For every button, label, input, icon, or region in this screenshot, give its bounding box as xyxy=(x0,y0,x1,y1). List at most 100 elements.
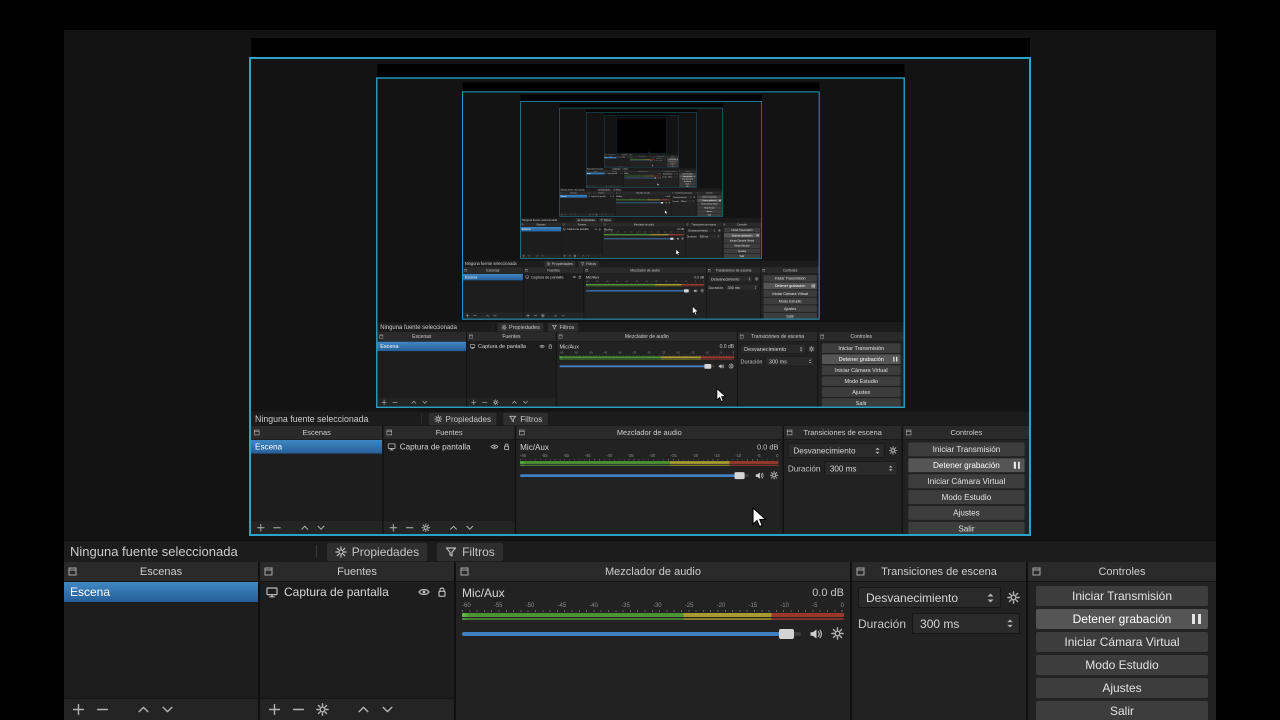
add-source-button[interactable] xyxy=(588,213,591,216)
preview-canvas[interactable]: Ninguna fuente seleccionada Propiedades … xyxy=(462,92,820,260)
scene-list-item[interactable]: Escena xyxy=(64,582,258,602)
mixer-panel-header[interactable]: Mezclador de audio xyxy=(629,155,656,157)
start-streaming-button[interactable]: Iniciar Transmisión xyxy=(763,275,817,282)
source-visibility-button[interactable] xyxy=(418,586,430,598)
volume-slider-handle[interactable] xyxy=(654,177,657,179)
volume-slider-handle[interactable] xyxy=(670,237,674,240)
source-move-up-button[interactable] xyxy=(554,314,558,318)
scene-move-up-button[interactable] xyxy=(593,185,595,187)
source-move-up-button[interactable] xyxy=(449,523,458,532)
sources-panel-header[interactable]: Fuentes xyxy=(587,191,616,195)
filters-button[interactable]: Filtros xyxy=(437,542,503,561)
source-visibility-button[interactable] xyxy=(572,275,577,279)
source-list-item[interactable]: Captura de pantalla xyxy=(260,582,454,602)
transition-settings-button[interactable] xyxy=(693,196,696,199)
scene-move-up-button[interactable] xyxy=(411,399,417,405)
duration-input[interactable]: 300 ms xyxy=(725,283,759,291)
add-scene-button[interactable] xyxy=(561,213,563,216)
screen-capture-source[interactable]: Ninguna fuente seleccionada Propiedades … xyxy=(559,103,723,217)
mute-button[interactable] xyxy=(693,289,698,293)
duration-input[interactable]: 300 ms xyxy=(667,175,678,179)
mixer-panel-header[interactable]: Mezclador de audio xyxy=(584,267,707,274)
source-visibility-button[interactable] xyxy=(490,443,499,451)
sources-panel-header[interactable]: Fuentes xyxy=(561,222,603,227)
scene-move-up-button[interactable] xyxy=(536,254,539,257)
start-streaming-button[interactable]: Iniciar Transmisión xyxy=(908,442,1025,457)
screen-capture-source[interactable]: Ninguna fuente seleccionada Propiedades … xyxy=(520,94,762,259)
source-list-item[interactable]: Captura de pantalla xyxy=(616,156,630,159)
mute-button[interactable] xyxy=(718,363,725,369)
source-properties-button[interactable] xyxy=(316,703,329,716)
remove-scene-button[interactable] xyxy=(527,254,531,257)
settings-button[interactable]: Ajustes xyxy=(1036,678,1208,698)
transition-select[interactable]: Desvanecimiento xyxy=(858,587,1001,608)
duration-input[interactable]: 300 ms xyxy=(765,356,815,367)
scenes-panel-header[interactable]: Escenas xyxy=(377,332,467,342)
sources-list[interactable]: Captura de pantalla xyxy=(605,172,624,185)
scenes-list[interactable]: Escena xyxy=(64,582,258,698)
duration-input[interactable]: 300 ms xyxy=(912,613,1020,634)
preview-canvas[interactable]: Ninguna fuente seleccionada Propiedades … xyxy=(64,30,1216,540)
scene-move-down-button[interactable] xyxy=(317,523,326,532)
transition-settings-button[interactable] xyxy=(718,229,721,232)
source-move-up-button[interactable] xyxy=(511,399,517,405)
scenes-list[interactable]: Escena xyxy=(520,226,562,254)
stop-recording-button[interactable]: Detener grabación xyxy=(1036,609,1208,629)
mixer-panel-header[interactable]: Mezclador de audio xyxy=(456,562,850,582)
source-list-item[interactable]: Captura de pantalla xyxy=(467,341,556,352)
remove-source-button[interactable] xyxy=(608,185,610,187)
remove-scene-button[interactable] xyxy=(589,185,591,187)
mixer-channel-settings-button[interactable] xyxy=(700,288,705,293)
remove-scene-button[interactable] xyxy=(564,214,567,216)
mixer-channel-settings-button[interactable] xyxy=(728,363,735,370)
remove-source-button[interactable] xyxy=(533,314,538,318)
volume-slider[interactable] xyxy=(462,628,801,639)
start-streaming-button[interactable]: Iniciar Transmisión xyxy=(724,227,760,233)
mixer-panel-header[interactable]: Mezclador de audio xyxy=(602,222,686,227)
transitions-panel-header[interactable]: Transiciones de escena xyxy=(706,267,761,274)
start-virtual-camera-button[interactable]: Iniciar Cámara Virtual xyxy=(908,474,1025,489)
scenes-list[interactable]: Escena xyxy=(586,172,605,185)
remove-source-button[interactable] xyxy=(292,703,305,716)
source-visibility-button[interactable] xyxy=(594,228,598,231)
controls-panel-header[interactable]: Controles xyxy=(761,267,820,274)
source-move-down-button[interactable] xyxy=(522,399,528,405)
exit-button[interactable]: Salir xyxy=(908,521,1025,535)
scene-list-item[interactable]: Escena xyxy=(604,156,617,159)
screen-capture-source[interactable]: Ninguna fuente seleccionada Propiedades … xyxy=(604,113,679,168)
pause-recording-button[interactable] xyxy=(756,234,759,237)
source-properties-button[interactable] xyxy=(540,313,545,318)
transitions-panel-header[interactable]: Transiciones de escena xyxy=(661,170,679,173)
remove-source-button[interactable] xyxy=(592,214,594,216)
pause-recording-button[interactable] xyxy=(694,175,696,177)
exit-button[interactable]: Salir xyxy=(679,185,696,188)
remove-scene-button[interactable] xyxy=(273,523,282,532)
volume-slider[interactable] xyxy=(520,471,750,479)
screen-capture-source[interactable]: Ninguna fuente seleccionada Propiedades … xyxy=(586,109,697,188)
scenes-list[interactable]: Escena xyxy=(377,341,467,397)
duration-input[interactable]: 300 ms xyxy=(824,461,898,476)
remove-source-button[interactable] xyxy=(405,523,414,532)
pause-recording-button[interactable] xyxy=(811,284,815,288)
screen-capture-source[interactable]: Ninguna fuente seleccionada Propiedades … xyxy=(377,64,905,408)
source-move-up-button[interactable] xyxy=(601,214,603,216)
add-source-button[interactable] xyxy=(389,523,398,532)
mute-button[interactable] xyxy=(809,628,823,640)
duration-input[interactable]: 300 ms xyxy=(659,159,667,161)
remove-source-button[interactable] xyxy=(568,254,571,257)
mute-button[interactable] xyxy=(665,202,668,204)
mixer-panel-header[interactable]: Mezclador de audio xyxy=(615,191,672,195)
source-move-down-button[interactable] xyxy=(604,214,607,216)
stop-recording-button[interactable]: Detener grabación xyxy=(821,354,901,364)
transition-select[interactable]: Desvanecimiento xyxy=(708,275,753,283)
add-source-button[interactable] xyxy=(605,185,607,187)
start-virtual-camera-button[interactable]: Iniciar Cámara Virtual xyxy=(724,238,760,243)
add-scene-button[interactable] xyxy=(381,399,387,405)
scenes-panel-header[interactable]: Escenas xyxy=(559,191,588,195)
scene-move-up-button[interactable] xyxy=(137,703,150,716)
preview-canvas[interactable]: Ninguna fuente seleccionada Propiedades … xyxy=(586,112,697,168)
sources-panel-header[interactable]: Fuentes xyxy=(616,155,630,157)
exit-button[interactable]: Salir xyxy=(821,398,901,408)
properties-button[interactable]: Propiedades xyxy=(326,542,428,561)
mixer-channel-settings-button[interactable] xyxy=(668,201,671,204)
